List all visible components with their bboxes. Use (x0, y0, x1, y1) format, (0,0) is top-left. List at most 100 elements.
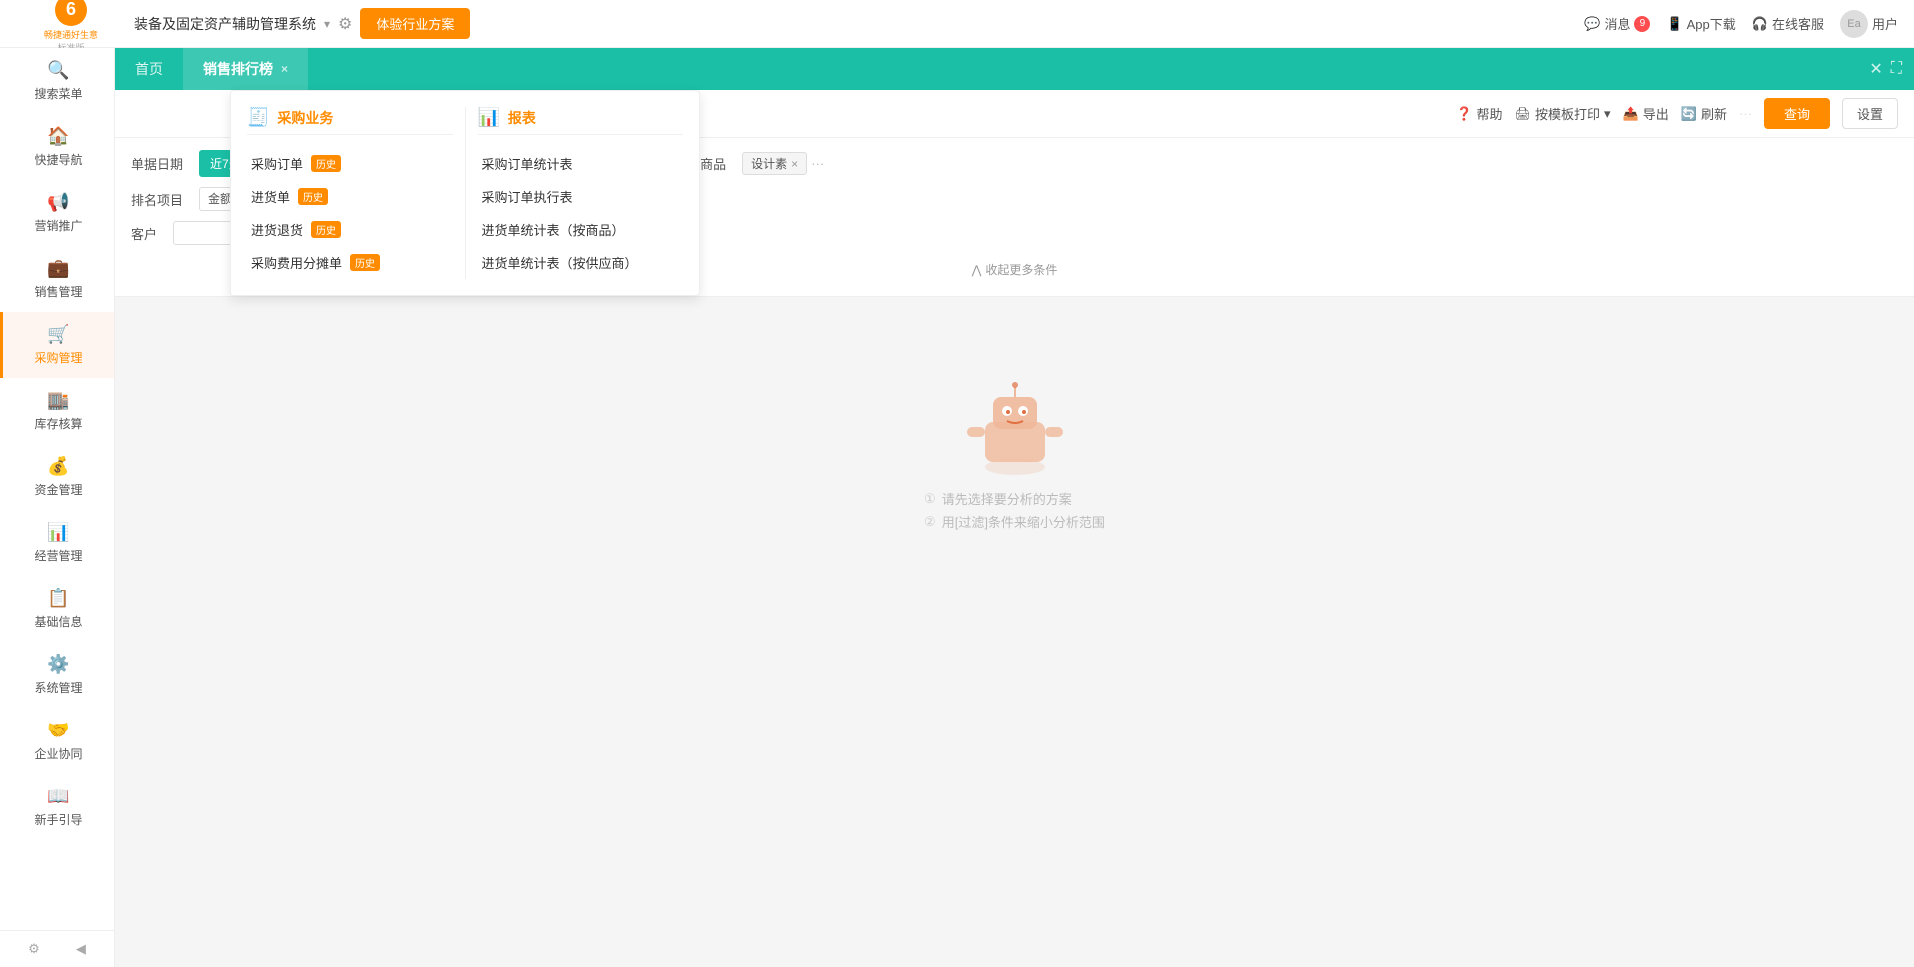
dropdown-arrow-icon[interactable]: ▾ (324, 17, 330, 31)
close-window-icon[interactable]: ✕ (1869, 59, 1882, 79)
basic-icon: 📋 (47, 588, 69, 609)
sidebar-collapse-icon[interactable]: ◀ (76, 941, 86, 957)
tab-close-icon[interactable]: × (281, 62, 288, 76)
empty-hint-area: ① 请先选择要分析的方案 ② 用[过滤]条件来缩小分析范围 (924, 485, 1105, 535)
date-label: 单据日期 (131, 154, 183, 173)
menu-item-goods-return[interactable]: 进货退货 历史 (247, 213, 453, 246)
purchase-title-icon: 🧾 (247, 107, 269, 128)
top-bar: 6 畅捷通好生意 标准版 装备及固定资产辅助管理系统 ▾ ⚙ 体验行业方案 💬 … (0, 0, 1914, 48)
app-download-button[interactable]: 📱 App下载 (1666, 14, 1735, 33)
empty-svg (955, 377, 1075, 477)
print-button[interactable]: 🖨 按模板打印 ▾ (1515, 104, 1611, 123)
search-icon: 🔍 (47, 60, 69, 81)
sidebar-item-finance[interactable]: 💰 资金管理 (0, 444, 114, 510)
menu-item-goods-in[interactable]: 进货单 历史 (247, 180, 453, 213)
sidebar-item-operation[interactable]: 📊 经营管理 (0, 510, 114, 576)
sidebar-item-cooperation[interactable]: 🤝 企业协同 (0, 708, 114, 774)
history-badge-1: 历史 (298, 188, 328, 205)
messages-button[interactable]: 💬 消息 9 (1584, 14, 1650, 33)
customer-label: 客户 (131, 224, 157, 243)
message-icon: 💬 (1584, 16, 1600, 32)
guide-icon: 📖 (47, 786, 69, 807)
sidebar-item-inventory[interactable]: 🏬 库存核算 (0, 378, 114, 444)
history-badge-2: 历史 (311, 221, 341, 238)
help-button[interactable]: ❓ 帮助 (1456, 104, 1502, 123)
tab-home[interactable]: 首页 (115, 48, 183, 90)
sidebar-bottom: ⚙ ◀ (0, 930, 114, 967)
export-icon: 📤 (1623, 106, 1639, 122)
finance-icon: 💰 (47, 456, 69, 477)
sidebar-item-basic[interactable]: 📋 基础信息 (0, 576, 114, 642)
refresh-icon: 🔄 (1681, 106, 1697, 122)
sidebar-item-marketing[interactable]: 📢 营销推广 (0, 180, 114, 246)
goods-tag: 设计素 × (742, 152, 807, 175)
sidebar-item-search[interactable]: 🔍 搜索菜单 (0, 48, 114, 114)
sidebar-item-system[interactable]: ⚙️ 系统管理 (0, 642, 114, 708)
sidebar-item-guide[interactable]: 📖 新手引导 (0, 774, 114, 840)
menu-col-report: 📊 报表 采购订单统计表 采购订单执行表 进货单统计表（按商品） 进货单统计表（… (478, 107, 684, 279)
empty-illustration (955, 377, 1075, 477)
history-badge-0: 历史 (311, 155, 341, 172)
goods-more-icon[interactable]: ··· (811, 156, 824, 171)
message-badge: 9 (1634, 16, 1650, 32)
sidebar-item-nav[interactable]: 🏠 快捷导航 (0, 114, 114, 180)
tab-right-buttons: ✕ ⛶ (1869, 59, 1914, 79)
logo-text: 畅捷通好生意 (44, 28, 98, 41)
report-menu-title: 📊 报表 (478, 107, 684, 135)
system-icon: ⚙️ (47, 654, 69, 675)
menu-item-goods-stats-product[interactable]: 进货单统计表（按商品） (478, 213, 684, 246)
home-icon: 🏠 (47, 126, 69, 147)
system-title: 装备及固定资产辅助管理系统 ▾ ⚙ 体验行业方案 (134, 8, 1584, 39)
main-layout: 🔍 搜索菜单 🏠 快捷导航 📢 营销推广 💼 销售管理 🛒 采购管理 🏬 库存核… (0, 48, 1914, 967)
goods-label: 商品 (700, 154, 726, 173)
purchase-icon: 🛒 (47, 324, 69, 345)
menu-item-purchase-cost[interactable]: 采购费用分摊单 历史 (247, 246, 453, 279)
inventory-icon: 🏬 (47, 390, 69, 411)
cooperation-icon: 🤝 (47, 720, 69, 741)
history-badge-3: 历史 (350, 254, 380, 271)
sidebar-item-purchase[interactable]: 🛒 采购管理 (0, 312, 114, 378)
goods-control: 设计素 × ··· (742, 152, 824, 175)
logo-area: 6 畅捷通好生意 标准版 (16, 0, 126, 54)
menu-item-goods-stats-supplier[interactable]: 进货单统计表（按供应商） (478, 246, 684, 279)
collapse-up-icon: ⋀ (972, 263, 982, 277)
report-title-icon: 📊 (478, 107, 500, 128)
goods-tag-close[interactable]: × (791, 157, 798, 171)
logo-icon: 6 (55, 0, 87, 26)
purchase-menu-title: 🧾 采购业务 (247, 107, 453, 135)
dropdown-menu: 🧾 采购业务 采购订单 历史 进货单 历史 进货退货 历史 (230, 90, 700, 296)
right-area: 首页 销售排行榜 × ✕ ⛶ 🧾 采购业务 采购订单 (115, 48, 1914, 967)
empty-hint-2: ② 用[过滤]条件来缩小分析范围 (924, 512, 1105, 531)
empty-state: ① 请先选择要分析的方案 ② 用[过滤]条件来缩小分析范围 (115, 297, 1914, 615)
rank-label: 排名项目 (131, 190, 183, 209)
print-icon: 🖨 (1515, 106, 1532, 122)
sidebar-settings-icon[interactable]: ⚙ (28, 941, 40, 957)
user-button[interactable]: Ea 用户 (1840, 10, 1898, 38)
headset-icon: 🎧 (1752, 16, 1768, 32)
tab-sales-rank[interactable]: 销售排行榜 × (183, 48, 308, 90)
menu-divider (465, 107, 466, 279)
refresh-button[interactable]: 🔄 刷新 (1681, 104, 1727, 123)
print-dropdown-icon[interactable]: ▾ (1604, 106, 1611, 122)
marketing-icon: 📢 (47, 192, 69, 213)
export-button[interactable]: 📤 导出 (1623, 104, 1669, 123)
online-service-button[interactable]: 🎧 在线客服 (1752, 14, 1824, 33)
operation-icon: 📊 (47, 522, 69, 543)
sales-icon: 💼 (47, 258, 69, 279)
avatar: Ea (1840, 10, 1868, 38)
empty-hint-1: ① 请先选择要分析的方案 (924, 489, 1105, 508)
menu-col-purchase: 🧾 采购业务 采购订单 历史 进货单 历史 进货退货 历史 (247, 107, 453, 279)
logo-char: 6 (66, 0, 76, 20)
settings-icon[interactable]: ⚙ (338, 14, 352, 34)
sidebar-item-sales[interactable]: 💼 销售管理 (0, 246, 114, 312)
query-button[interactable]: 查询 (1764, 98, 1830, 129)
maximize-icon[interactable]: ⛶ (1891, 60, 1902, 78)
help-icon: ❓ (1456, 106, 1472, 122)
menu-item-order-stats[interactable]: 采购订单统计表 (478, 147, 684, 180)
top-right: 💬 消息 9 📱 App下载 🎧 在线客服 Ea 用户 (1584, 10, 1898, 38)
settings-button[interactable]: 设置 (1842, 98, 1898, 129)
phone-icon: 📱 (1666, 16, 1682, 32)
industry-button[interactable]: 体验行业方案 (360, 8, 470, 39)
menu-item-order-exec[interactable]: 采购订单执行表 (478, 180, 684, 213)
menu-item-purchase-order[interactable]: 采购订单 历史 (247, 147, 453, 180)
